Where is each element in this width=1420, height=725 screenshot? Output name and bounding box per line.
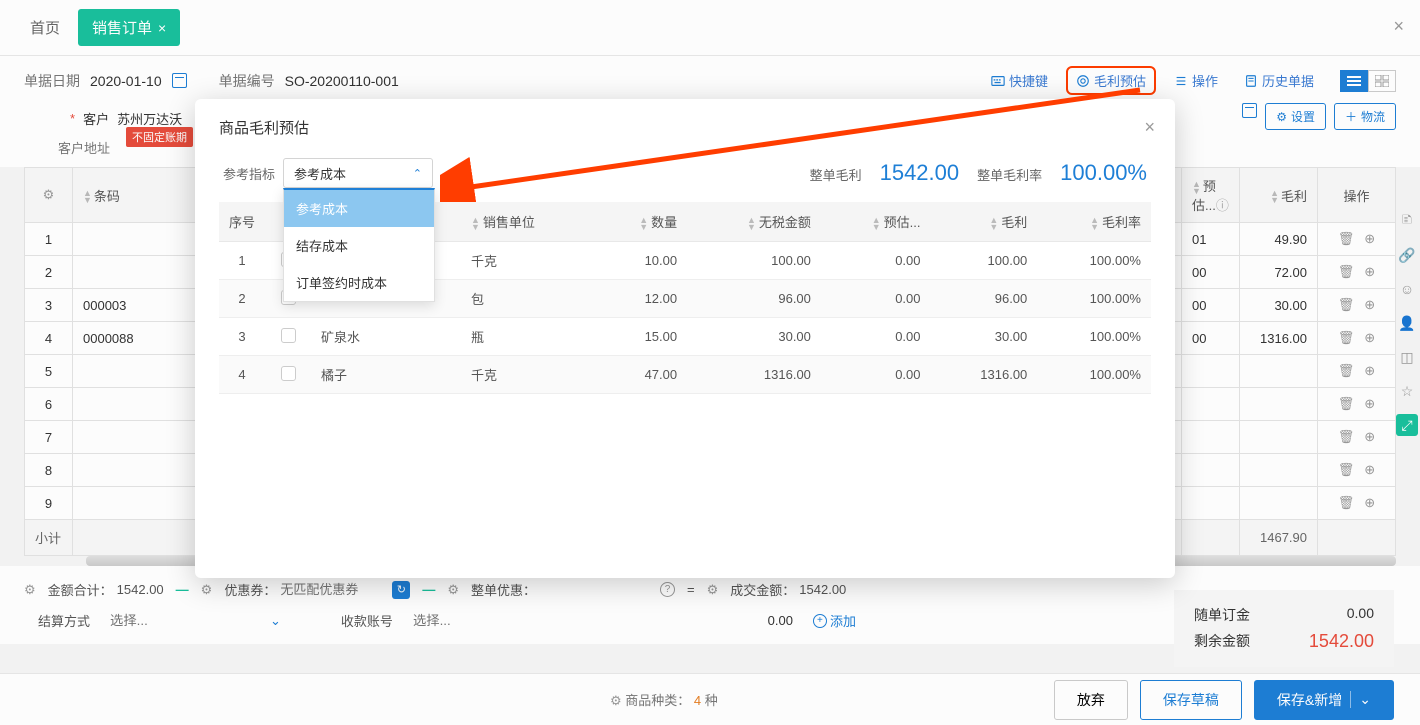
profit-estimate-modal: 商品毛利预估 × 参考指标 参考成本 ⌃ 参考成本 结存成本 订单签约时成本 整… bbox=[195, 99, 1175, 578]
indicator-value: 参考成本 bbox=[294, 164, 346, 183]
chevron-up-icon: ⌃ bbox=[413, 167, 422, 180]
cell-rate: 100.00% bbox=[1037, 242, 1151, 280]
indicator-dropdown: 参考成本 结存成本 订单签约时成本 bbox=[283, 188, 435, 302]
col-amount[interactable]: 无税金额 bbox=[759, 215, 811, 230]
modal-close-icon[interactable]: × bbox=[1144, 117, 1155, 138]
cell-estimate: 0.00 bbox=[821, 356, 931, 394]
cell-unit: 瓶 bbox=[461, 318, 595, 356]
option-balance-cost[interactable]: 结存成本 bbox=[284, 227, 434, 264]
col-unit[interactable]: 销售单位 bbox=[483, 215, 535, 230]
cell-estimate: 0.00 bbox=[821, 280, 931, 318]
cell-profit: 96.00 bbox=[931, 280, 1038, 318]
cell-unit: 千克 bbox=[461, 242, 595, 280]
modal-title: 商品毛利预估 bbox=[219, 120, 309, 137]
cell-index: 4 bbox=[219, 356, 265, 394]
cell-qty: 15.00 bbox=[595, 318, 687, 356]
col-estimate[interactable]: 预估... bbox=[884, 215, 921, 230]
cell-name: 矿泉水 bbox=[311, 318, 461, 356]
col-rate[interactable]: 毛利率 bbox=[1102, 215, 1141, 230]
modal-filter-row: 参考指标 参考成本 ⌃ 参考成本 结存成本 订单签约时成本 整单毛利 1542.… bbox=[195, 152, 1175, 202]
indicator-select[interactable]: 参考成本 ⌃ 参考成本 结存成本 订单签约时成本 bbox=[283, 158, 433, 188]
cell-amount: 96.00 bbox=[687, 280, 821, 318]
cell-amount: 100.00 bbox=[687, 242, 821, 280]
row-checkbox[interactable] bbox=[281, 328, 296, 343]
cell-qty: 12.00 bbox=[595, 280, 687, 318]
cell-profit: 1316.00 bbox=[931, 356, 1038, 394]
cell-profit: 30.00 bbox=[931, 318, 1038, 356]
indicator-label: 参考指标 bbox=[223, 164, 275, 183]
cell-amount: 30.00 bbox=[687, 318, 821, 356]
cell-qty: 47.00 bbox=[595, 356, 687, 394]
cell-index: 3 bbox=[219, 318, 265, 356]
order-profit-value: 1542.00 bbox=[880, 160, 960, 186]
cell-rate: 100.00% bbox=[1037, 318, 1151, 356]
cell-profit: 100.00 bbox=[931, 242, 1038, 280]
order-rate-value: 100.00% bbox=[1060, 160, 1147, 186]
col-index[interactable]: 序号 bbox=[229, 215, 255, 230]
modal-header: 商品毛利预估 × bbox=[195, 99, 1175, 152]
modal-metrics: 整单毛利 1542.00 整单毛利率 100.00% bbox=[810, 160, 1147, 186]
option-reference-cost[interactable]: 参考成本 bbox=[284, 190, 434, 227]
order-profit-label: 整单毛利 bbox=[810, 165, 862, 184]
row-checkbox[interactable] bbox=[281, 366, 296, 381]
cell-estimate: 0.00 bbox=[821, 242, 931, 280]
cell-unit: 包 bbox=[461, 280, 595, 318]
col-qty[interactable]: 数量 bbox=[651, 215, 677, 230]
cell-amount: 1316.00 bbox=[687, 356, 821, 394]
cell-index: 1 bbox=[219, 242, 265, 280]
cell-unit: 千克 bbox=[461, 356, 595, 394]
cell-rate: 100.00% bbox=[1037, 356, 1151, 394]
cell-name: 橘子 bbox=[311, 356, 461, 394]
cell-rate: 100.00% bbox=[1037, 280, 1151, 318]
cell-qty: 10.00 bbox=[595, 242, 687, 280]
order-rate-label: 整单毛利率 bbox=[977, 165, 1042, 184]
cell-estimate: 0.00 bbox=[821, 318, 931, 356]
cell-index: 2 bbox=[219, 280, 265, 318]
option-contract-cost[interactable]: 订单签约时成本 bbox=[284, 264, 434, 301]
table-row: 4 橘子 千克 47.00 1316.00 0.00 1316.00 100.0… bbox=[219, 356, 1151, 394]
table-row: 3 矿泉水 瓶 15.00 30.00 0.00 30.00 100.00% bbox=[219, 318, 1151, 356]
col-profit[interactable]: 毛利 bbox=[1001, 215, 1027, 230]
